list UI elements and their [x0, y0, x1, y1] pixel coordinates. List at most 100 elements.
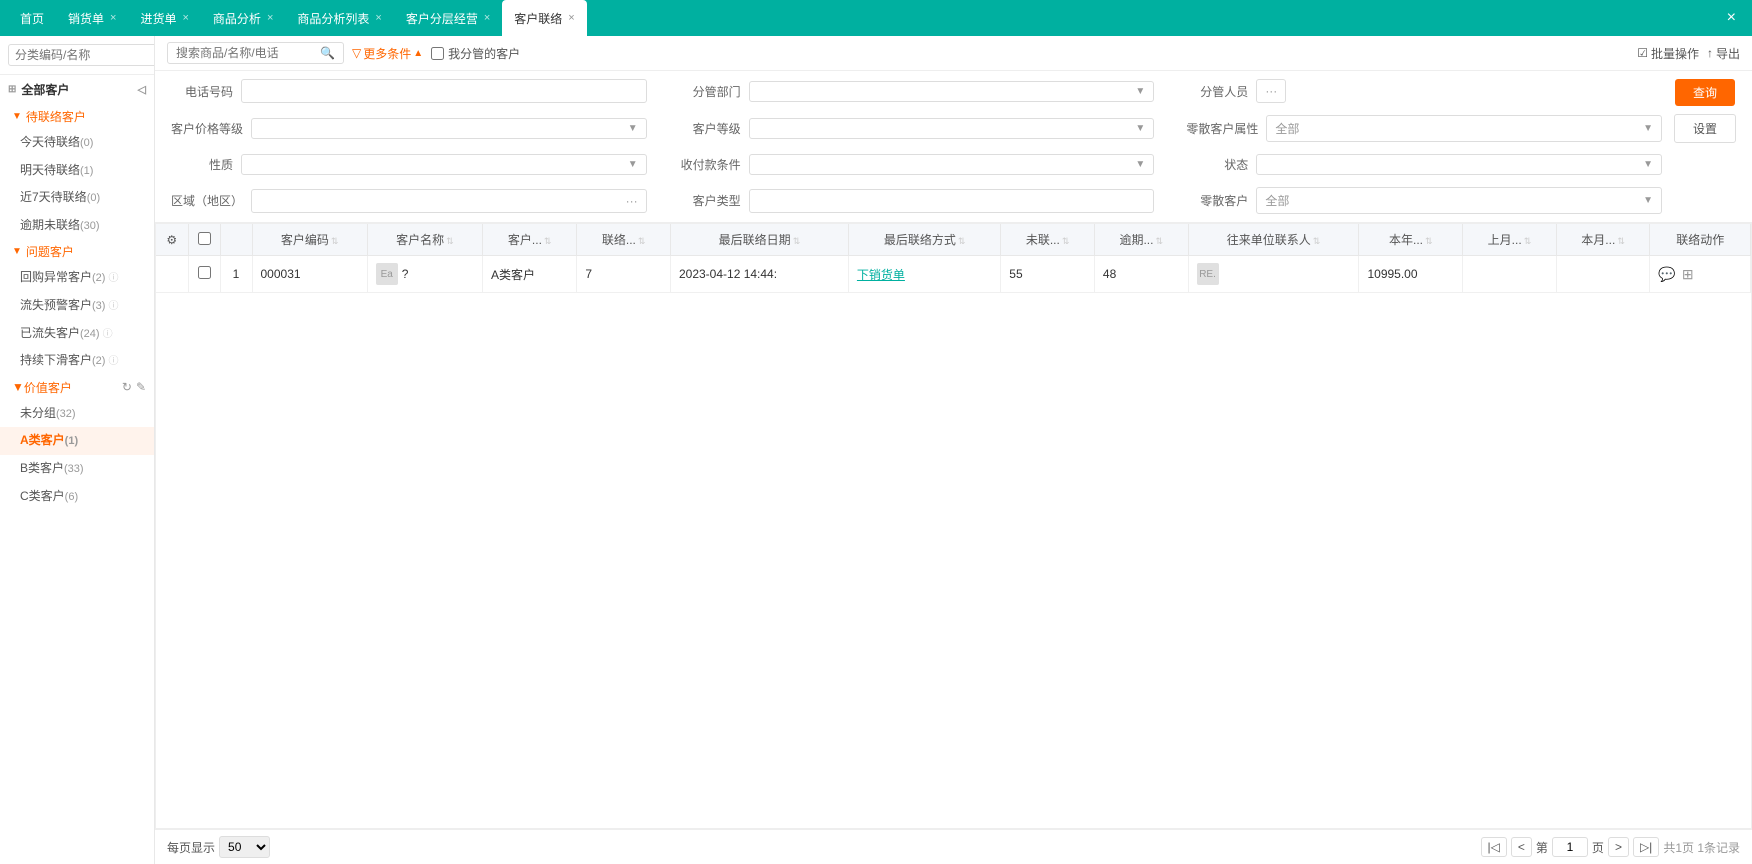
page-total-label: 页 — [1592, 839, 1604, 856]
col-customer-code[interactable]: 客户编码⇅ — [252, 224, 367, 256]
filter-retail-attr-select[interactable]: 全部 ▼ — [1266, 115, 1662, 142]
a-customers-label: A类客户 — [20, 433, 65, 447]
export-button[interactable]: ↑ 导出 — [1707, 45, 1740, 62]
tab-sales-order[interactable]: 销货单 × — [56, 0, 128, 36]
grid-action-icon[interactable]: ⊞ — [1682, 266, 1694, 283]
filter-customer-type-label: 客户类型 — [679, 192, 749, 209]
setting-button[interactable]: 设置 — [1674, 114, 1736, 143]
col-checkbox[interactable] — [188, 224, 220, 256]
sidebar-item-overdue-contact[interactable]: 逾期未联络(30) — [0, 212, 154, 240]
sidebar-item-declining[interactable]: 持续下滑客户(2)ⓘ — [0, 347, 154, 375]
prev-page-button[interactable]: < — [1511, 837, 1532, 857]
collapse-icon[interactable]: ◁ — [138, 83, 146, 96]
tab-product-analysis-list-label: 商品分析列表 — [297, 10, 369, 27]
close-all-tabs-button[interactable]: × — [1719, 9, 1744, 27]
tab-sales-order-close[interactable]: × — [110, 12, 116, 24]
filter-dept-select[interactable]: ▼ — [749, 81, 1155, 102]
page-number-input[interactable] — [1552, 837, 1588, 857]
filter-customer-type-input[interactable] — [749, 189, 1155, 213]
sidebar-pending-contact-group[interactable]: ▼ 待联络客户 — [0, 104, 154, 129]
refresh-icon[interactable]: ↻ — [122, 380, 132, 394]
sidebar-item-c-customers[interactable]: C类客户(6) — [0, 483, 154, 511]
more-conditions-button[interactable]: ▽ 更多条件 ▲ — [352, 45, 423, 62]
filter-retail-customer-value: 全部 — [1265, 192, 1289, 209]
first-page-button[interactable]: |◁ — [1481, 837, 1507, 857]
sidebar-item-7days-contact[interactable]: 近7天待联络(0) — [0, 184, 154, 212]
sidebar-value-customers-group[interactable]: ▼ 价值客户 ↻ ✎ — [0, 375, 154, 400]
sidebar-item-churn-warning[interactable]: 流失预警客户(3)ⓘ — [0, 292, 154, 320]
per-page-select[interactable]: 50 100 200 — [219, 836, 270, 858]
tab-customer-segment[interactable]: 客户分层经营 × — [394, 0, 502, 36]
col-gear[interactable]: ⚙ — [156, 224, 188, 256]
tab-product-analysis[interactable]: 商品分析 × — [201, 0, 285, 36]
col-customer-type[interactable]: 客户...⇅ — [483, 224, 577, 256]
sidebar-item-a-customers[interactable]: A类客户(1) — [0, 427, 154, 455]
my-customers-checkbox[interactable] — [431, 47, 444, 60]
col-last-contact-method[interactable]: 最后联络方式⇅ — [848, 224, 1000, 256]
filter-status-select[interactable]: ▼ — [1256, 154, 1662, 175]
filter-row-2: 客户价格等级 ▼ 客户等级 ▼ — [171, 115, 1662, 142]
row-last-contact-date: 2023-04-12 14:44: — [670, 256, 848, 293]
col-contact-count[interactable]: 联络...⇅ — [577, 224, 671, 256]
filter-nature-select[interactable]: ▼ — [241, 154, 647, 175]
col-unit-contact[interactable]: 往来单位联系人⇅ — [1188, 224, 1359, 256]
sidebar-item-ungrouped[interactable]: 未分组(32) — [0, 400, 154, 428]
filter-person-ellipsis[interactable]: ··· — [1256, 79, 1286, 103]
col-actions: 联络动作 — [1650, 224, 1751, 256]
select-all-checkbox[interactable] — [198, 232, 211, 245]
tab-customer-contact[interactable]: 客户联络 × — [502, 0, 586, 36]
tab-customer-segment-close[interactable]: × — [484, 12, 490, 24]
batch-operation-button[interactable]: ☑ 批量操作 — [1637, 45, 1699, 62]
sidebar-search-input[interactable] — [8, 44, 155, 66]
batch-op-label: 批量操作 — [1651, 45, 1699, 62]
last-contact-method-link[interactable]: 下销货单 — [857, 268, 905, 282]
filter-search-input[interactable] — [176, 46, 316, 60]
sort-icon-unit: ⇅ — [1313, 236, 1321, 246]
tab-product-analysis-list-close[interactable]: × — [375, 12, 381, 24]
region-ellipsis-icon: ··· — [626, 194, 638, 208]
col-last-month[interactable]: 上月...⇅ — [1463, 224, 1557, 256]
tab-purchase-order-close[interactable]: × — [182, 12, 188, 24]
filter-phone-input[interactable] — [241, 79, 647, 103]
filter-search-icon[interactable]: 🔍 — [320, 46, 335, 60]
warn-icon1: ⓘ — [108, 273, 118, 284]
sidebar-item-churned[interactable]: 已流失客户(24)ⓘ — [0, 320, 154, 348]
col-customer-name[interactable]: 客户名称⇅ — [367, 224, 482, 256]
sidebar-item-abnormal-repurchase[interactable]: 回购异常客户(2)ⓘ — [0, 264, 154, 292]
tab-purchase-order[interactable]: 进货单 × — [128, 0, 200, 36]
row-select-checkbox[interactable] — [198, 266, 211, 279]
sidebar-item-b-customers[interactable]: B类客户(33) — [0, 455, 154, 483]
filter-customer-grade-select[interactable]: ▼ — [749, 118, 1155, 139]
last-page-button[interactable]: ▷| — [1633, 837, 1659, 857]
sidebar-item-tomorrow-contact[interactable]: 明天待联络(1) — [0, 157, 154, 185]
tab-product-analysis-list[interactable]: 商品分析列表 × — [285, 0, 393, 36]
col-this-month[interactable]: 本月...⇅ — [1556, 224, 1650, 256]
tab-customer-contact-close[interactable]: × — [568, 12, 574, 24]
row-checkbox[interactable] — [188, 256, 220, 293]
sort-icon-method: ⇅ — [958, 236, 966, 246]
tab-product-analysis-close[interactable]: × — [267, 12, 273, 24]
col-overdue[interactable]: 逾期...⇅ — [1094, 224, 1188, 256]
next-page-button[interactable]: > — [1608, 837, 1629, 857]
arrow-down-icon2: ▼ — [12, 246, 22, 257]
col-this-year[interactable]: 本年...⇅ — [1359, 224, 1463, 256]
filter-price-grade-select[interactable]: ▼ — [251, 118, 647, 139]
comment-action-icon[interactable]: 💬 — [1658, 266, 1675, 283]
churned-label: 已流失客户 — [20, 326, 80, 340]
overdue-contact-label: 逾期未联络 — [20, 218, 80, 232]
edit-icon[interactable]: ✎ — [136, 380, 146, 394]
col-not-contacted[interactable]: 未联...⇅ — [1001, 224, 1095, 256]
tab-home[interactable]: 首页 — [8, 0, 56, 36]
filter-region-label: 区域（地区） — [171, 192, 251, 209]
sidebar-all-customers[interactable]: ⊞ 全部客户 ◁ — [0, 75, 154, 104]
query-button[interactable]: 查询 — [1675, 79, 1735, 106]
export-label: 导出 — [1716, 45, 1740, 62]
col-last-contact-date[interactable]: 最后联络日期⇅ — [670, 224, 848, 256]
customer-table: ⚙ 客户编码⇅ 客户名称⇅ 客户...⇅ 联络...⇅ 最后联络日期⇅ 最后联络… — [156, 224, 1751, 293]
filter-payment-select[interactable]: ▼ — [749, 154, 1155, 175]
filter-region-ellipsis[interactable]: ··· — [251, 189, 647, 213]
filter-retail-customer-select[interactable]: 全部 ▼ — [1256, 187, 1662, 214]
col-unit-contact-label: 往来单位联系人 — [1227, 233, 1311, 247]
sidebar-item-today-contact[interactable]: 今天待联络(0) — [0, 129, 154, 157]
sidebar-problem-customers-group[interactable]: ▼ 问题客户 — [0, 239, 154, 264]
